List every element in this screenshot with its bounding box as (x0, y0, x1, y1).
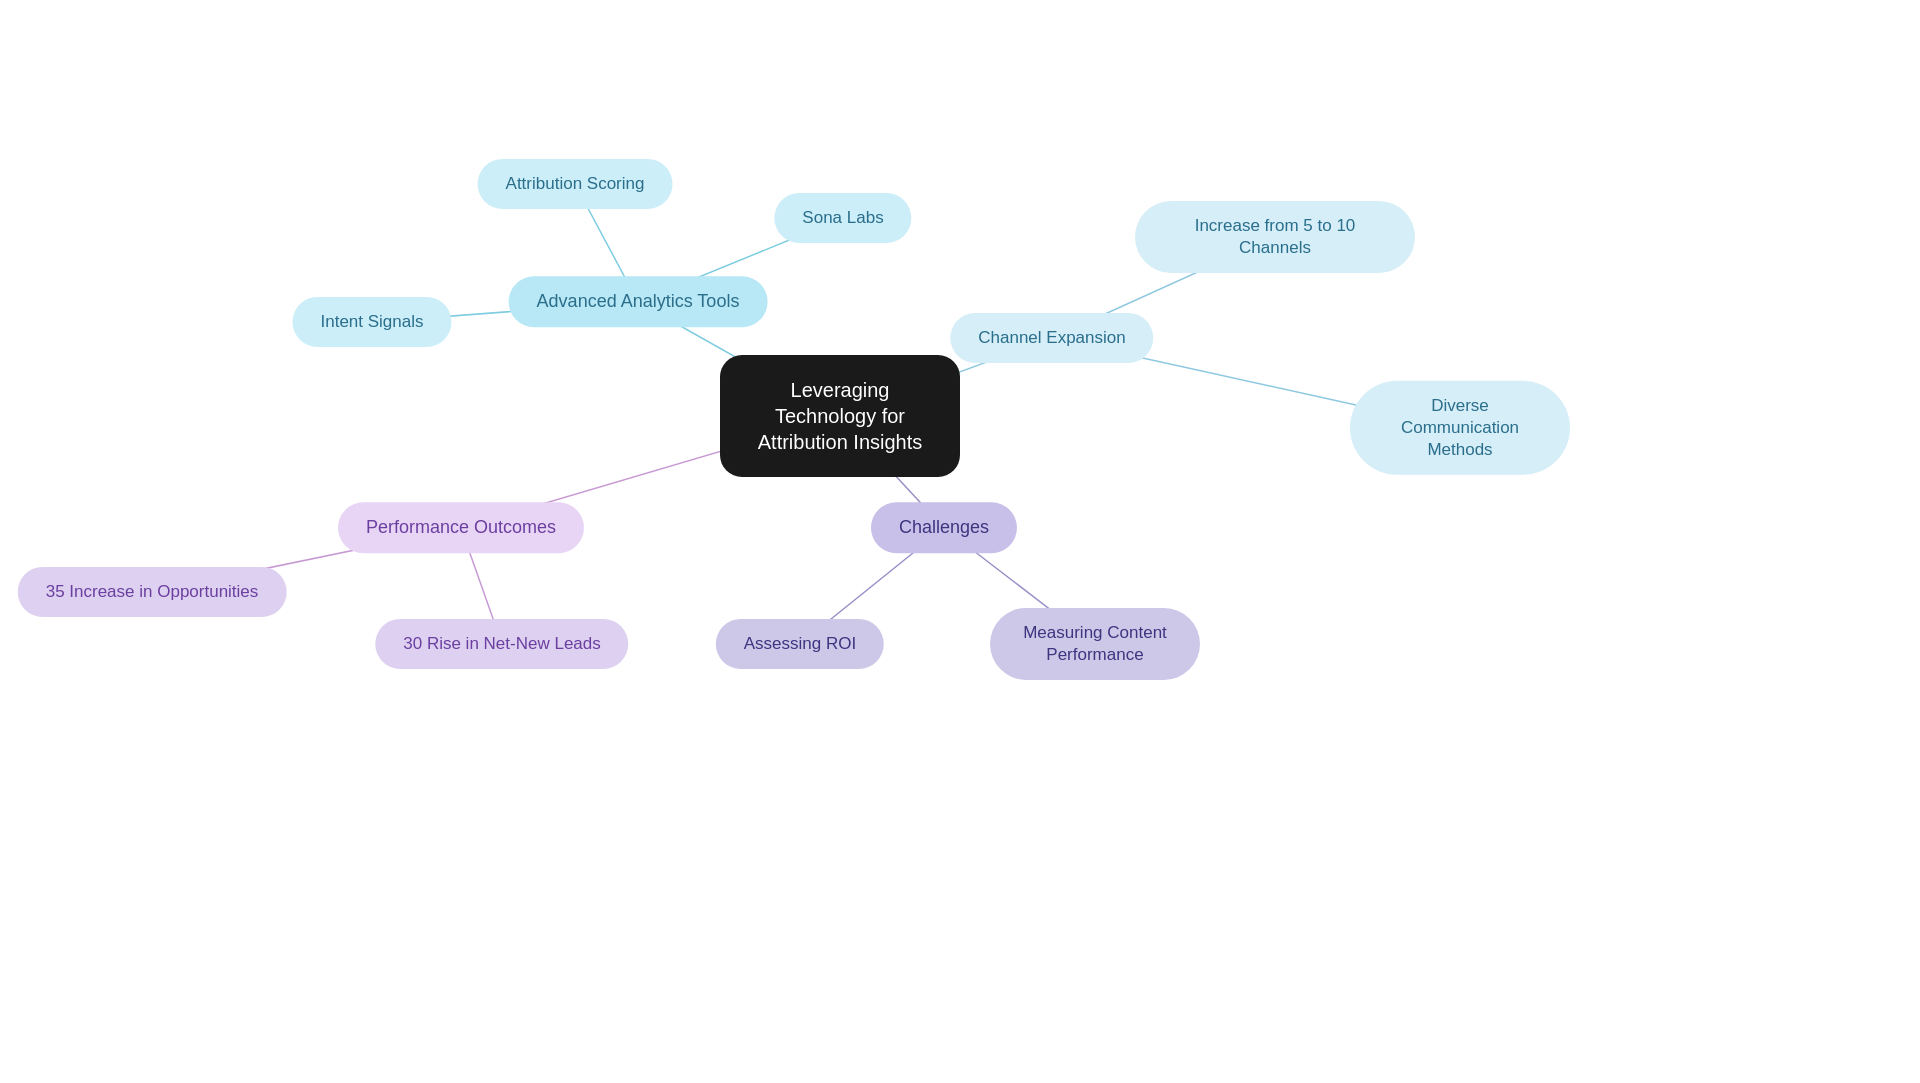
mindmap-container: Leveraging Technology for Attribution In… (0, 0, 1920, 1083)
node-center[interactable]: Leveraging Technology for Attribution In… (720, 355, 960, 477)
node-rise-net-new-leads[interactable]: 30 Rise in Net-New Leads (375, 619, 628, 669)
node-attribution-scoring[interactable]: Attribution Scoring (478, 159, 673, 209)
node-increase-opportunities[interactable]: 35 Increase in Opportunities (18, 567, 287, 617)
node-increase-channels[interactable]: Increase from 5 to 10 Channels (1135, 201, 1415, 273)
node-advanced-analytics[interactable]: Advanced Analytics Tools (509, 276, 768, 327)
node-challenges[interactable]: Challenges (871, 502, 1017, 553)
node-intent-signals[interactable]: Intent Signals (292, 297, 451, 347)
node-assessing-roi[interactable]: Assessing ROI (716, 619, 884, 669)
node-sona-labs[interactable]: Sona Labs (774, 193, 911, 243)
node-performance-outcomes[interactable]: Performance Outcomes (338, 502, 584, 553)
node-measuring-content[interactable]: Measuring Content Performance (990, 608, 1200, 680)
node-diverse-communication[interactable]: Diverse Communication Methods (1350, 381, 1570, 475)
node-channel-expansion[interactable]: Channel Expansion (950, 313, 1153, 363)
